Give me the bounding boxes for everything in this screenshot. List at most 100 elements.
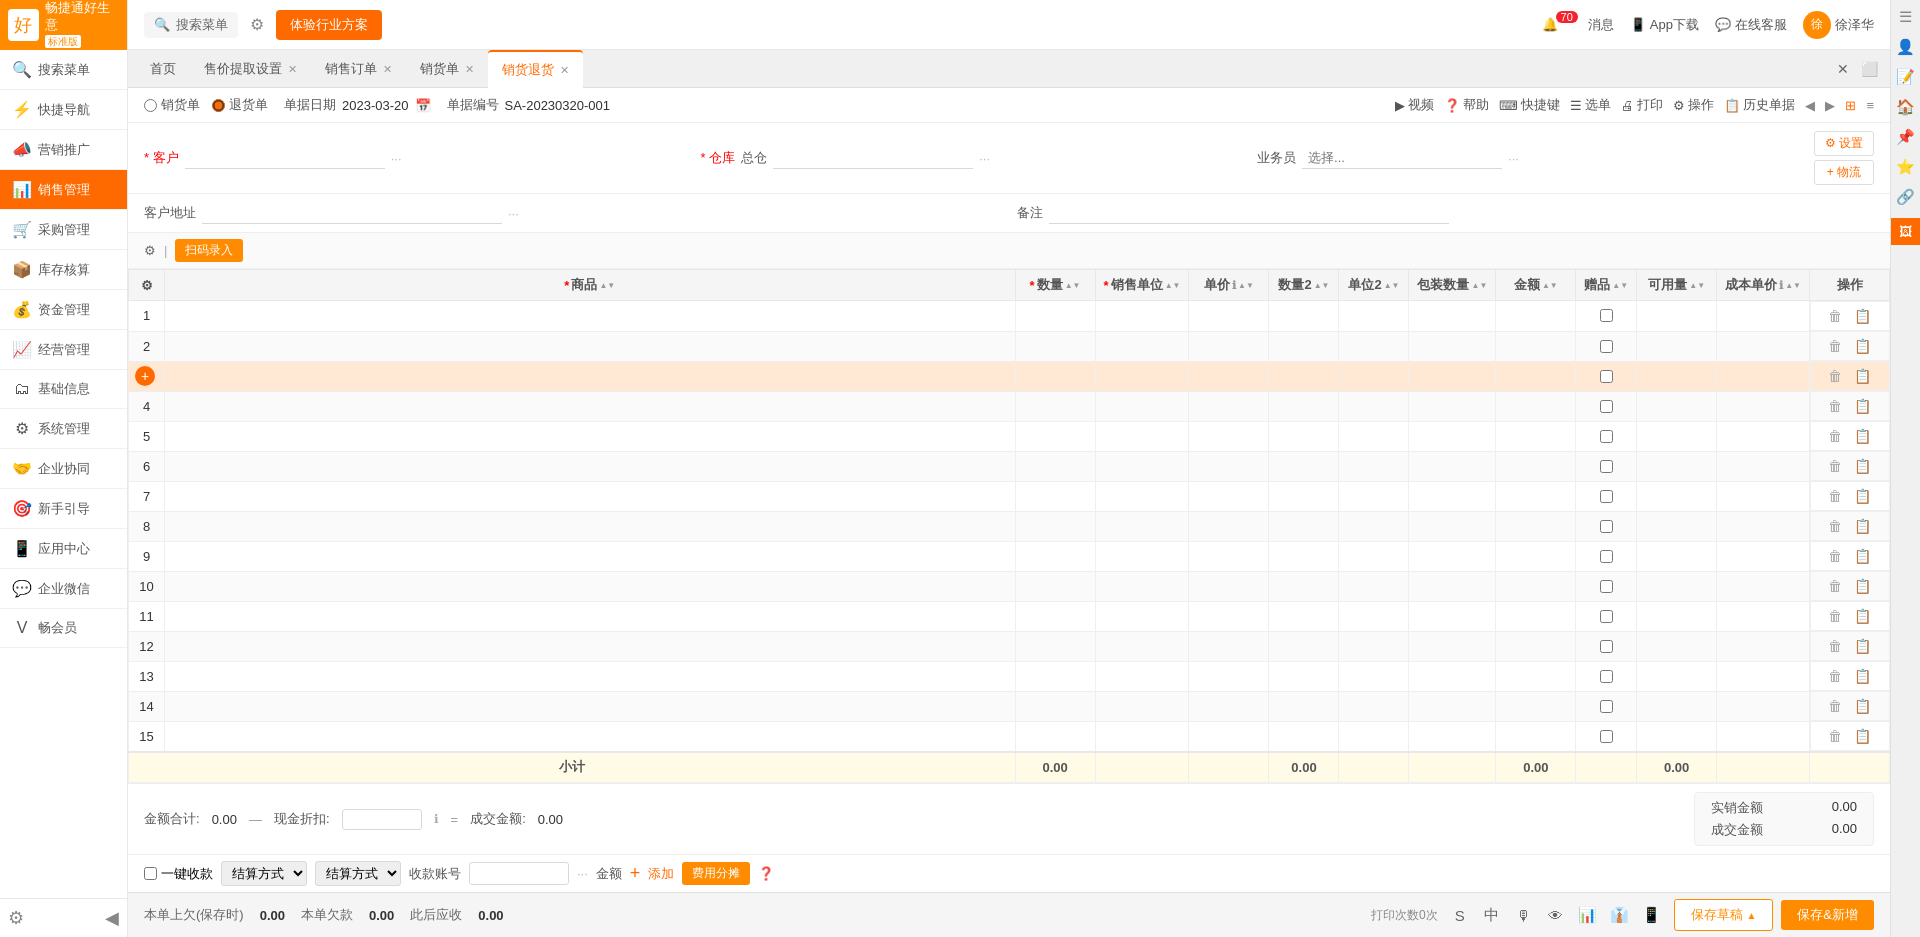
tab-maximize[interactable]: ⬜ (1857, 59, 1882, 79)
sidebar-item-appstore[interactable]: 📱 应用中心 (0, 529, 127, 569)
logistics-button[interactable]: + 物流 (1814, 160, 1874, 185)
delete-row-1[interactable]: 🗑 (1824, 306, 1846, 326)
customer-dots[interactable]: ··· (391, 151, 402, 166)
row-goods[interactable] (165, 301, 1016, 332)
account-dots[interactable]: ··· (577, 866, 588, 881)
del-11[interactable]: 🗑 (1824, 606, 1846, 626)
del-15[interactable]: 🗑 (1824, 726, 1846, 746)
gift-12[interactable] (1600, 640, 1613, 653)
tab-sales-order-close[interactable]: ✕ (383, 56, 392, 82)
sidebar-item-finance[interactable]: 💰 资金管理 (0, 290, 127, 330)
sidebar-item-quicknav[interactable]: ⚡ 快捷导航 (0, 90, 127, 130)
gift-4[interactable] (1600, 400, 1613, 413)
user-menu[interactable]: 徐 徐泽华 (1803, 11, 1874, 39)
copy-row-1[interactable]: 📋 (1850, 306, 1875, 326)
radio-return-input[interactable] (212, 99, 225, 112)
sidebar-item-member[interactable]: V 畅会员 (0, 609, 127, 648)
gift-6[interactable] (1600, 460, 1613, 473)
toolbar-icon-1[interactable]: S (1446, 901, 1474, 929)
gift-5[interactable] (1600, 430, 1613, 443)
sidebar-item-enterprise[interactable]: 🤝 企业协同 (0, 449, 127, 489)
th-settings[interactable]: ⚙ (129, 270, 165, 301)
action-select[interactable]: ☰ 选单 (1570, 96, 1611, 114)
tab-sales-note-close[interactable]: ✕ (465, 56, 474, 82)
save-draft-button[interactable]: 保存草稿 ▲ (1674, 899, 1774, 931)
copy-5[interactable]: 📋 (1850, 426, 1875, 446)
sidebar-item-inventory[interactable]: 📦 库存核算 (0, 250, 127, 290)
del-14[interactable]: 🗑 (1824, 696, 1846, 716)
gift-14[interactable] (1600, 700, 1613, 713)
delete-row-2[interactable]: 🗑 (1824, 336, 1846, 356)
toolbar-icon-5[interactable]: 📊 (1574, 901, 1602, 929)
fee-split-button[interactable]: 费用分摊 (682, 862, 750, 885)
sidebar-settings-icon[interactable]: ⚙ (8, 907, 24, 929)
tab-home[interactable]: 首页 (136, 50, 190, 88)
action-operations[interactable]: ⚙ 操作 (1673, 96, 1714, 114)
gift-10[interactable] (1600, 580, 1613, 593)
action-video[interactable]: ▶ 视频 (1395, 96, 1434, 114)
right-panel-icon-5[interactable]: 📌 (1896, 128, 1915, 146)
radio-sales[interactable]: 销货单 (144, 96, 200, 114)
warehouse-input[interactable] (773, 147, 973, 169)
gift-15[interactable] (1600, 730, 1613, 743)
del-13[interactable]: 🗑 (1824, 666, 1846, 686)
copy-8[interactable]: 📋 (1850, 516, 1875, 536)
toolbar-icon-3[interactable]: 🎙 (1510, 901, 1538, 929)
salesperson-input[interactable] (1302, 147, 1502, 169)
right-panel-icon-3[interactable]: 📝 (1896, 68, 1915, 86)
right-panel-icon-1[interactable]: ☰ (1899, 8, 1912, 26)
nav-prev-icon[interactable]: ◀ (1805, 98, 1815, 113)
copy-row-2[interactable]: 📋 (1850, 336, 1875, 356)
action-print[interactable]: 🖨 打印 (1621, 96, 1663, 114)
topbar-search[interactable]: 🔍 搜索菜单 (144, 12, 238, 38)
date-picker-icon[interactable]: 📅 (415, 98, 431, 113)
tab-sales-note[interactable]: 销货单 ✕ (406, 50, 488, 88)
goods-input-1[interactable] (171, 308, 1009, 323)
action-shortcuts[interactable]: ⌨ 快捷键 (1499, 96, 1560, 114)
radio-sales-input[interactable] (144, 99, 157, 112)
gift-checkbox-2[interactable] (1600, 340, 1613, 353)
one-click-pay-checkbox[interactable]: 一键收款 (144, 865, 213, 883)
save-new-button[interactable]: 保存&新增 (1781, 900, 1874, 930)
topbar-settings-icon[interactable]: ⚙ (250, 15, 264, 34)
del-4[interactable]: 🗑 (1824, 396, 1846, 416)
sidebar-item-basics[interactable]: 🗂 基础信息 (0, 370, 127, 409)
add-fee-button[interactable]: + (630, 863, 641, 884)
online-service-button[interactable]: 💬 在线客服 (1715, 16, 1787, 34)
gift-checkbox-1[interactable] (1600, 309, 1613, 322)
sidebar-item-purchase[interactable]: 🛒 采购管理 (0, 210, 127, 250)
copy-10[interactable]: 📋 (1850, 576, 1875, 596)
gift-7[interactable] (1600, 490, 1613, 503)
sidebar-item-system[interactable]: ⚙ 系统管理 (0, 409, 127, 449)
goods-input-3[interactable] (171, 369, 1009, 384)
del-10[interactable]: 🗑 (1824, 576, 1846, 596)
scan-input-button[interactable]: 扫码录入 (175, 239, 243, 262)
del-7[interactable]: 🗑 (1824, 486, 1846, 506)
copy-15[interactable]: 📋 (1850, 726, 1875, 746)
copy-11[interactable]: 📋 (1850, 606, 1875, 626)
add-row-button[interactable]: + (135, 366, 155, 386)
sidebar-collapse-icon[interactable]: ◀ (105, 907, 119, 929)
sidebar-item-marketing[interactable]: 📣 营销推广 (0, 130, 127, 170)
sidebar-item-sales[interactable]: 📊 销售管理 (0, 170, 127, 210)
del-8[interactable]: 🗑 (1824, 516, 1846, 536)
copy-12[interactable]: 📋 (1850, 636, 1875, 656)
action-help[interactable]: ❓ 帮助 (1444, 96, 1489, 114)
toolbar-icon-4[interactable]: 👁 (1542, 901, 1570, 929)
add-row-cell[interactable]: + (129, 361, 165, 391)
right-panel-active[interactable]: 🖼 (1891, 218, 1920, 245)
sidebar-item-search[interactable]: 🔍 搜索菜单 (0, 50, 127, 90)
gift-8[interactable] (1600, 520, 1613, 533)
table-scroll[interactable]: ⚙ * 商品 ▲▼ * 数量 (128, 269, 1890, 783)
cash-discount-input[interactable] (342, 809, 422, 830)
del-5[interactable]: 🗑 (1824, 426, 1846, 446)
sidebar-item-wechat[interactable]: 💬 企业微信 (0, 569, 127, 609)
salesperson-dots[interactable]: ··· (1508, 151, 1519, 166)
address-input[interactable] (202, 202, 502, 224)
tab-close-all[interactable]: ✕ (1833, 59, 1853, 79)
tab-price-extract[interactable]: 售价提取设置 ✕ (190, 50, 311, 88)
address-dots[interactable]: ··· (508, 206, 519, 221)
del-6[interactable]: 🗑 (1824, 456, 1846, 476)
experience-button[interactable]: 体验行业方案 (276, 10, 382, 40)
view-list-icon[interactable]: ≡ (1866, 98, 1874, 113)
